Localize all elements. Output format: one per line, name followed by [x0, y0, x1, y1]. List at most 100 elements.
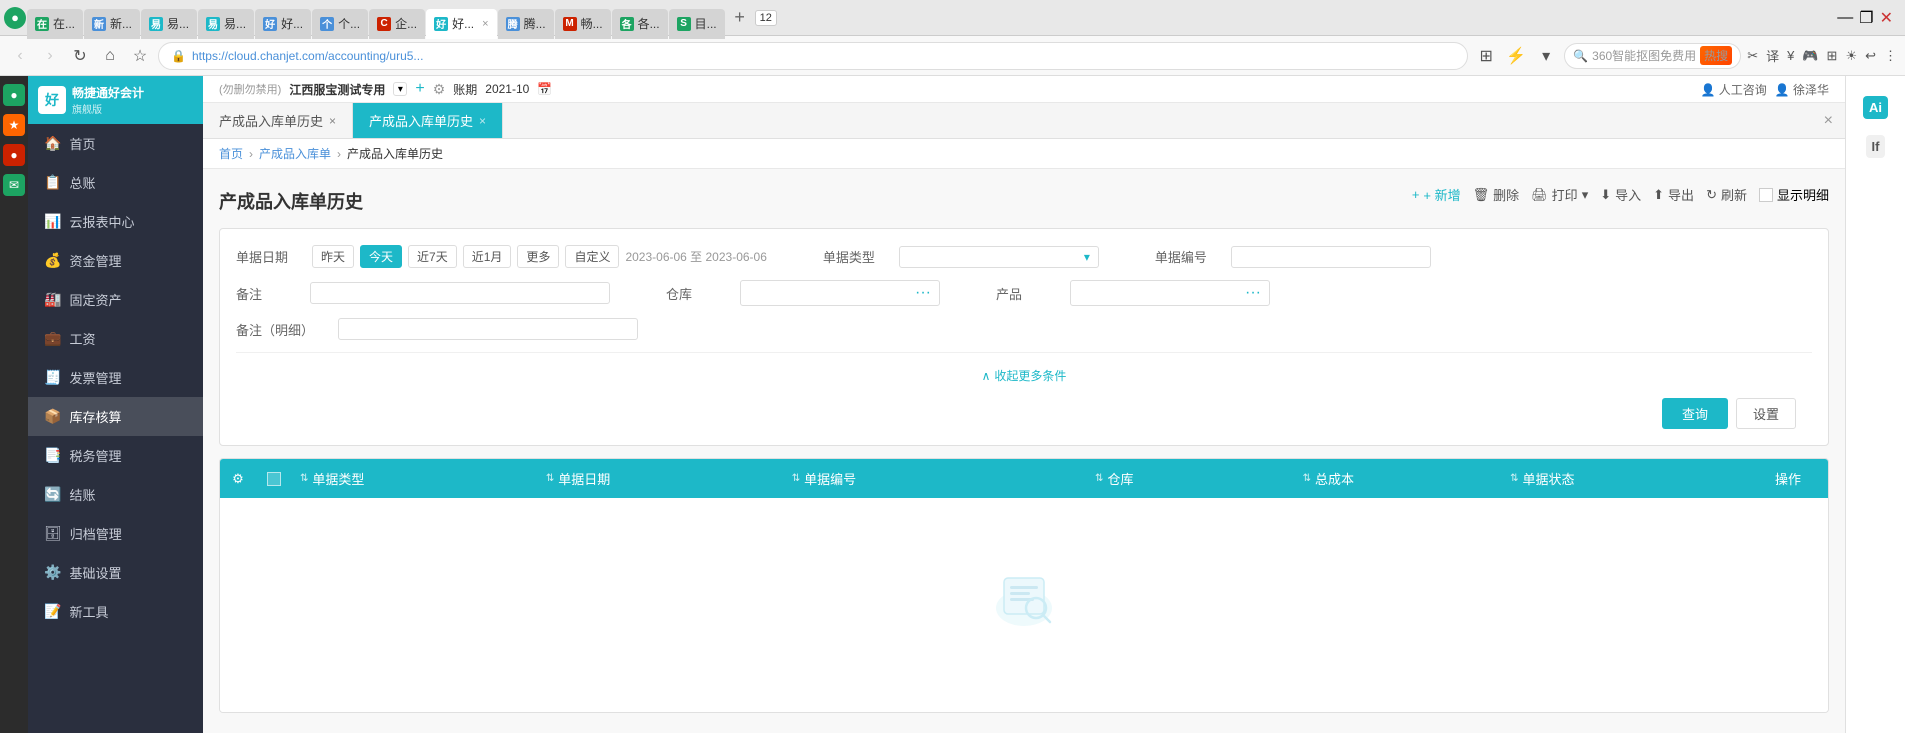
sidebar-item-fund[interactable]: 💰 资金管理: [28, 241, 203, 280]
th-type[interactable]: ⇅ 单据类型: [292, 459, 538, 498]
th-status[interactable]: ⇅ 单据状态: [1502, 459, 1748, 498]
yuan-icon[interactable]: ¥: [1787, 48, 1794, 63]
window-close-icon[interactable]: ✕: [1880, 8, 1893, 28]
show-detail-toggle[interactable]: 显示明细: [1759, 185, 1829, 204]
th-checkbox[interactable]: [256, 459, 292, 498]
th-warehouse[interactable]: ⇅ 仓库: [1087, 459, 1295, 498]
window-minimize-icon[interactable]: —: [1837, 9, 1853, 27]
tab-hao2[interactable]: 好 好... ×: [426, 9, 496, 39]
sidebar-item-fixed[interactable]: 🏭 固定资产: [28, 280, 203, 319]
date-btn-today[interactable]: 今天: [360, 245, 402, 268]
warehouse-filter-select[interactable]: ···: [740, 280, 940, 306]
translate-icon[interactable]: 译: [1766, 46, 1779, 65]
user-avatar[interactable]: 👤 徐泽华: [1775, 81, 1829, 98]
delete-button[interactable]: 🗑 删除: [1473, 185, 1520, 204]
date-btn-1month[interactable]: 近1月: [463, 245, 512, 268]
print-button[interactable]: 🖨 打印 ▾: [1531, 185, 1588, 204]
th-date[interactable]: ⇅ 单据日期: [538, 459, 784, 498]
refresh-button[interactable]: ↻: [68, 44, 92, 68]
sun-icon[interactable]: ☀: [1845, 48, 1857, 64]
dropdown-button[interactable]: ▾: [1534, 44, 1558, 68]
tab-history[interactable]: 产成品入库单历史 ×: [353, 103, 503, 138]
refresh-button[interactable]: ↻ 刷新: [1706, 185, 1747, 204]
date-btn-yesterday[interactable]: 昨天: [312, 245, 354, 268]
tab-yi1[interactable]: 易 易...: [141, 9, 197, 39]
search-box[interactable]: 🔍 360智能抠图免费用 热搜: [1564, 43, 1741, 69]
tab-list[interactable]: 产成品入库单历史 ×: [203, 103, 353, 138]
collapse-button[interactable]: ∧ 收起更多条件: [976, 361, 1073, 390]
date-btn-7days[interactable]: 近7天: [408, 245, 457, 268]
home-button[interactable]: ⌂: [98, 44, 122, 68]
th-number[interactable]: ⇅ 单据编号: [784, 459, 1087, 498]
browser-logo[interactable]: ●: [4, 7, 26, 29]
detail-remark-input[interactable]: [338, 318, 638, 340]
scissors-icon[interactable]: ✂: [1747, 48, 1758, 64]
tab-chang[interactable]: M 畅...: [555, 9, 611, 39]
undo-icon[interactable]: ↩: [1865, 48, 1876, 64]
show-detail-checkbox[interactable]: [1759, 188, 1773, 202]
tab-history-close-icon[interactable]: ×: [479, 114, 486, 128]
remark-filter-input[interactable]: [310, 282, 610, 304]
icon-bar-app4[interactable]: ✉: [3, 174, 25, 196]
tab-close-icon[interactable]: ×: [482, 18, 488, 30]
sidebar-item-archive[interactable]: 🗄 归档管理: [28, 514, 203, 553]
game-icon[interactable]: 🎮: [1802, 48, 1818, 64]
calendar-icon[interactable]: 📅: [537, 82, 552, 96]
back-button[interactable]: ‹: [8, 44, 32, 68]
date-btn-custom[interactable]: 自定义: [565, 245, 619, 268]
warehouse-dots-icon[interactable]: ···: [915, 284, 931, 302]
sidebar-item-tax[interactable]: 📑 税务管理: [28, 436, 203, 475]
th-cost[interactable]: ⇅ 总成本: [1295, 459, 1503, 498]
icon-bar-app2[interactable]: ★: [3, 114, 25, 136]
address-input[interactable]: 🔒 https://cloud.chanjet.com/accounting/u…: [158, 42, 1468, 70]
panel-close-button[interactable]: ×: [1812, 112, 1845, 130]
sidebar-item-basic[interactable]: ⚙️ 基础设置: [28, 553, 203, 592]
settings-account-button[interactable]: ⚙: [433, 81, 446, 98]
query-button[interactable]: 查询: [1662, 398, 1728, 429]
lightning-button[interactable]: ⚡: [1504, 44, 1528, 68]
grid-button[interactable]: ⊞: [1474, 44, 1498, 68]
sidebar-item-invoice[interactable]: 🧾 发票管理: [28, 358, 203, 397]
add-button[interactable]: + + 新增: [1412, 185, 1461, 204]
sidebar-item-home[interactable]: 🏠 首页: [28, 124, 203, 163]
if-button[interactable]: If: [1866, 135, 1886, 158]
settings-button[interactable]: 设置: [1736, 398, 1796, 429]
tab-ge2[interactable]: 各 各...: [612, 9, 668, 39]
date-btn-more[interactable]: 更多: [517, 245, 559, 268]
tab-zai[interactable]: 在 在...: [27, 9, 83, 39]
header-checkbox[interactable]: [267, 472, 281, 486]
tab-ge[interactable]: 个 个...: [312, 9, 368, 39]
breadcrumb-home[interactable]: 首页: [219, 145, 243, 162]
sidebar-item-wage[interactable]: 💼 工资: [28, 319, 203, 358]
product-dots-icon[interactable]: ···: [1245, 284, 1261, 302]
customer-service-button[interactable]: 👤 人工咨询: [1700, 81, 1766, 98]
tab-teng[interactable]: 腾 腾...: [498, 9, 554, 39]
print-dropdown-icon[interactable]: ▾: [1582, 187, 1589, 203]
tab-qi[interactable]: C 企...: [369, 9, 425, 39]
sidebar-item-inventory[interactable]: 📦 库存核算: [28, 397, 203, 436]
sidebar-item-newdoc[interactable]: 📝 新工具: [28, 592, 203, 631]
th-settings[interactable]: ⚙: [220, 459, 256, 498]
icon-bar-app1[interactable]: ●: [3, 84, 25, 106]
icon-bar-app3[interactable]: ●: [3, 144, 25, 166]
tab-mu[interactable]: S 目...: [669, 9, 725, 39]
breadcrumb-list[interactable]: 产成品入库单: [259, 145, 331, 162]
sidebar-item-ledger[interactable]: 📋 总账: [28, 163, 203, 202]
tab-list-close-icon[interactable]: ×: [329, 114, 336, 128]
bookmark-button[interactable]: ☆: [128, 44, 152, 68]
forward-button[interactable]: ›: [38, 44, 62, 68]
sidebar-item-checkout[interactable]: 🔄 结账: [28, 475, 203, 514]
product-filter-select[interactable]: ···: [1070, 280, 1270, 306]
sidebar-item-report[interactable]: 📊 云报表中心: [28, 202, 203, 241]
tab-count-badge[interactable]: 12: [755, 10, 777, 26]
import-button[interactable]: ⬇ 导入: [1600, 185, 1641, 204]
window-restore-icon[interactable]: ❐: [1859, 8, 1873, 28]
ai-button[interactable]: Ai: [1863, 96, 1888, 119]
new-tab-button[interactable]: +: [726, 4, 754, 32]
account-dropdown-button[interactable]: ▾: [393, 82, 407, 96]
windows-icon[interactable]: ⊞: [1827, 48, 1838, 64]
tab-yi2[interactable]: 易 易...: [198, 9, 254, 39]
add-account-button[interactable]: +: [415, 80, 424, 98]
number-filter-input[interactable]: [1231, 246, 1431, 268]
settings-icon[interactable]: ⋮: [1884, 48, 1897, 64]
